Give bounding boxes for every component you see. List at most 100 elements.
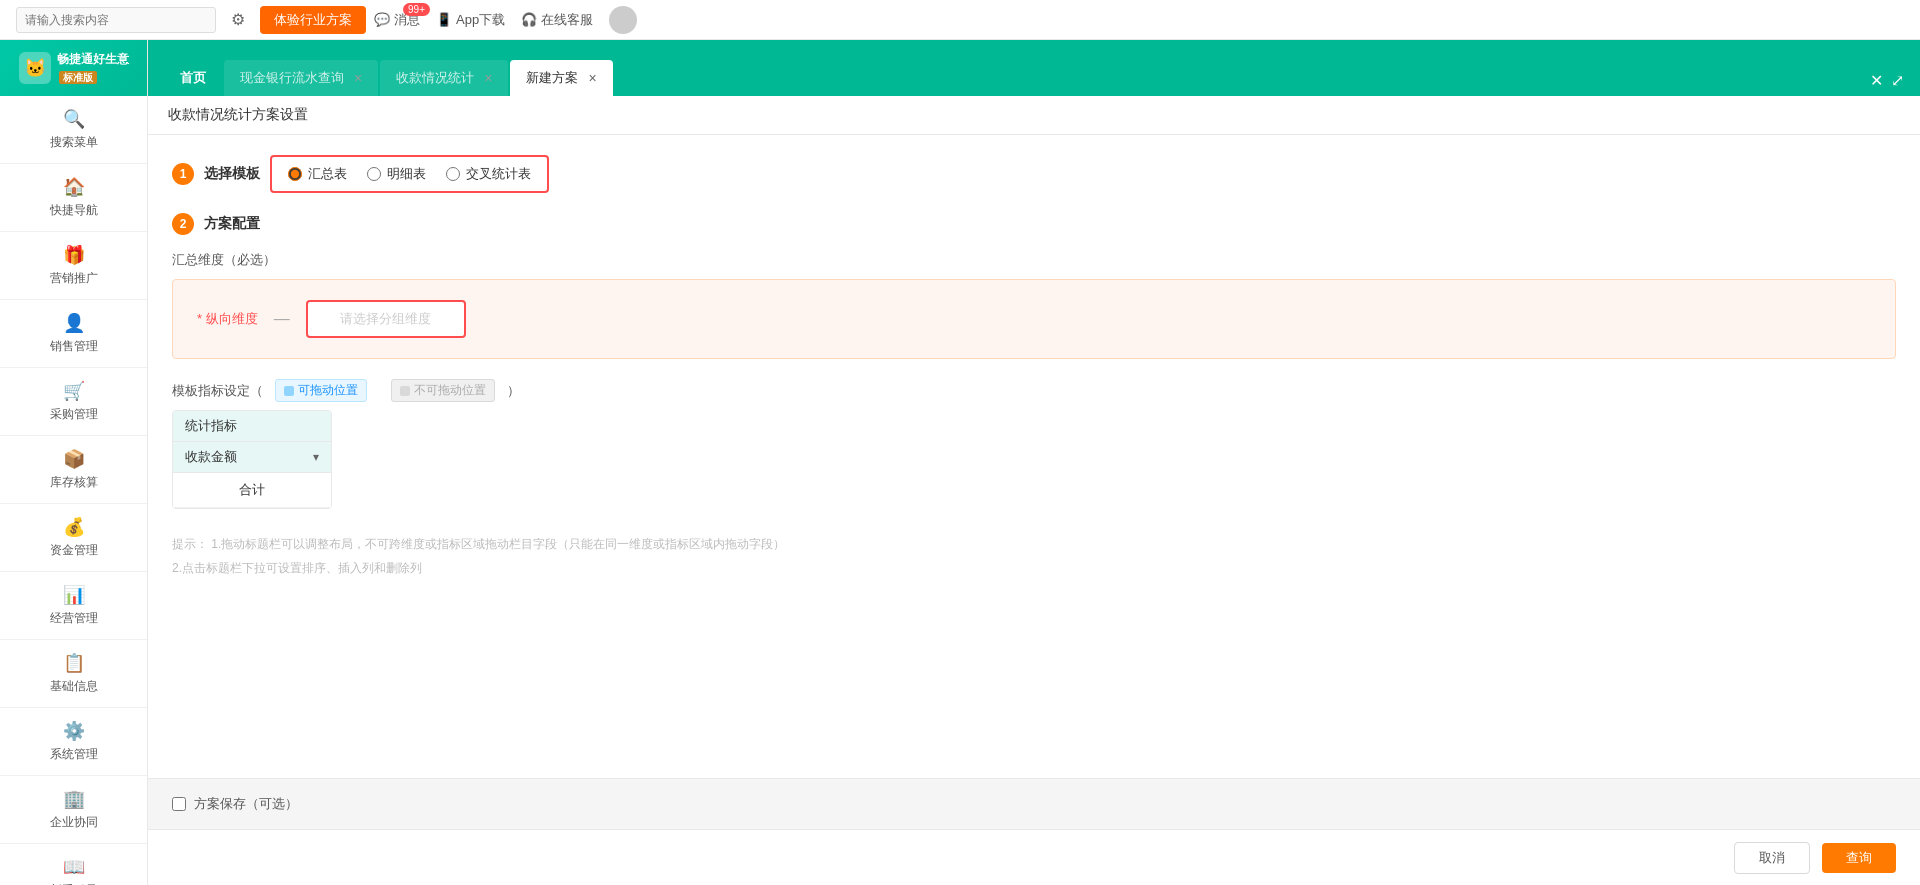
radio-summary[interactable]: 汇总表 [288,165,347,183]
sidebar-item-marketing[interactable]: 🎁 营销推广 [0,232,147,300]
message-badge: 99+ [403,3,430,16]
save-section: 方案保存（可选） [148,778,1920,829]
download-icon: 📱 [436,12,452,27]
sidebar-nav: 🔍 搜索菜单 🏠 快捷导航 🎁 营销推广 👤 销售管理 🛒 采购管理 📦 [0,96,147,885]
metrics-section: 模板指标设定（ 可拖动位置 不可拖动位置 ） [172,379,1896,512]
metrics-col-dropdown-icon[interactable]: ▾ [313,450,319,464]
avatar[interactable] [609,6,637,34]
marketing-icon: 🎁 [63,244,85,266]
dimension-select-input[interactable]: 请选择分组维度 [306,300,466,338]
logo-text: 畅捷通好生意 [57,51,129,68]
download-button[interactable]: 📱 App下载 [436,11,505,29]
cancel-button[interactable]: 取消 [1734,842,1810,874]
quick-nav-icon: 🏠 [63,176,85,198]
radio-cross[interactable]: 交叉统计表 [446,165,531,183]
section2-num: 2 [172,213,194,235]
save-label: 方案保存（可选） [194,795,298,813]
query-button[interactable]: 查询 [1822,843,1896,873]
tab-expand-icon[interactable]: ⤢ [1891,71,1904,90]
tab-bank-flow[interactable]: 现金银行流水查询 × [224,60,378,96]
inventory-icon: 📦 [63,448,85,470]
section2: 2 方案配置 汇总维度（必选） * 纵向维度 — 请选择分组维度 模板指标设定（ [172,213,1896,580]
save-checkbox[interactable] [172,797,186,811]
radio-summary-input[interactable] [288,167,302,181]
radio-detail[interactable]: 明细表 [367,165,426,183]
service-button[interactable]: 🎧 在线客服 [521,11,593,29]
sidebar-item-system[interactable]: ⚙️ 系统管理 [0,708,147,776]
sidebar-label-marketing: 营销推广 [50,270,98,287]
metrics-row-total: 合计 [173,473,331,508]
logo-name: 畅捷通好生意 标准版 [57,51,129,85]
template-select-box: 汇总表 明细表 交叉统计表 [270,155,549,193]
metrics-title: 模板指标设定（ 可拖动位置 不可拖动位置 ） [172,379,1896,402]
page-title: 收款情况统计方案设置 [168,106,308,122]
logo-icon: 🐱 [19,52,51,84]
sidebar-item-operation[interactable]: 📊 经营管理 [0,572,147,640]
metrics-col-header[interactable]: 收款金额 ▾ [173,442,331,473]
search-input[interactable] [16,7,216,33]
section2-header: 2 方案配置 [172,213,1896,235]
guide-icon: 📖 [63,856,85,878]
draggable-tag: 可拖动位置 [275,379,367,402]
tab-close-all-icon[interactable]: ✕ [1870,71,1883,90]
tab-home[interactable]: 首页 [164,60,222,96]
service-label: 在线客服 [541,11,593,29]
sidebar-label-finance: 资金管理 [50,542,98,559]
tab-new-plan-close[interactable]: × [588,70,596,86]
purchase-icon: 🛒 [63,380,85,402]
page-body: 收款情况统计方案设置 1 选择模板 汇总表 明细表 [148,96,1920,829]
sidebar-item-search-menu[interactable]: 🔍 搜索菜单 [0,96,147,164]
metrics-col-label: 收款金额 [185,448,237,466]
radio-cross-input[interactable] [446,167,460,181]
section1-header: 1 选择模板 汇总表 明细表 交叉统计表 [172,155,1896,193]
tab-home-label: 首页 [180,69,206,87]
sidebar-label-search-menu: 搜索菜单 [50,134,98,151]
settings-button[interactable]: ⚙ [224,6,252,34]
radio-detail-label: 明细表 [387,165,426,183]
sidebar: 🐱 畅捷通好生意 标准版 🔍 搜索菜单 🏠 快捷导航 🎁 营销推广 👤 销售管理 [0,40,148,885]
tab-controls: ✕ ⤢ [1870,71,1904,96]
industry-solution-button[interactable]: 体验行业方案 [260,6,366,34]
sidebar-item-sales[interactable]: 👤 销售管理 [0,300,147,368]
dimension-arrow-icon: — [274,310,290,328]
sidebar-label-enterprise: 企业协同 [50,814,98,831]
sidebar-item-finance[interactable]: 💰 资金管理 [0,504,147,572]
tips-section: 提示： 1.拖动标题栏可以调整布局，不可跨维度或指标区域拖动栏目字段（只能在同一… [172,532,1896,580]
sidebar-item-quick-nav[interactable]: 🏠 快捷导航 [0,164,147,232]
tab-new-plan[interactable]: 新建方案 × [510,60,612,96]
radio-detail-input[interactable] [367,167,381,181]
sidebar-item-inventory[interactable]: 📦 库存核算 [0,436,147,504]
sidebar-item-purchase[interactable]: 🛒 采购管理 [0,368,147,436]
tab-receipt-stat-close[interactable]: × [484,70,492,86]
content-area: 首页 现金银行流水查询 × 收款情况统计 × 新建方案 × ✕ ⤢ 收 [148,40,1920,885]
tip-2: 2.点击标题栏下拉可设置排序、插入列和删除列 [172,556,1896,580]
system-icon: ⚙️ [63,720,85,742]
sidebar-item-enterprise[interactable]: 🏢 企业协同 [0,776,147,844]
top-bar: ⚙ 体验行业方案 💬 消息 99+ 📱 App下载 🎧 在线客服 [0,0,1920,40]
section2-title: 方案配置 [204,215,260,233]
metrics-title-text: 模板指标设定（ [172,382,263,400]
sidebar-item-guide[interactable]: 📖 新手引导 [0,844,147,885]
basic-info-icon: 📋 [63,652,85,674]
sidebar-label-purchase: 采购管理 [50,406,98,423]
undraggable-tag-label: 不可拖动位置 [414,382,486,399]
form-container: 1 选择模板 汇总表 明细表 交叉统计表 [148,135,1920,778]
tip-1: 提示： 1.拖动标题栏可以调整布局，不可跨维度或指标区域拖动栏目字段（只能在同一… [172,532,1896,556]
enterprise-icon: 🏢 [63,788,85,810]
tab-receipt-stat[interactable]: 收款情况统计 × [380,60,508,96]
sidebar-label-operation: 经营管理 [50,610,98,627]
search-menu-icon: 🔍 [63,108,85,130]
undraggable-tag: 不可拖动位置 [391,379,495,402]
sidebar-label-inventory: 库存核算 [50,474,98,491]
sidebar-label-system: 系统管理 [50,746,98,763]
message-button[interactable]: 💬 消息 99+ [374,11,420,29]
radio-cross-label: 交叉统计表 [466,165,531,183]
draggable-tag-label: 可拖动位置 [298,382,358,399]
message-icon: 💬 [374,12,390,27]
tab-bank-flow-label: 现金银行流水查询 [240,69,344,87]
sidebar-item-basic-info[interactable]: 📋 基础信息 [0,640,147,708]
metrics-close-paren: ） [507,382,520,400]
tab-bank-flow-close[interactable]: × [354,70,362,86]
tab-bar: 首页 现金银行流水查询 × 收款情况统计 × 新建方案 × ✕ ⤢ [148,40,1920,96]
dimension-area: * 纵向维度 — 请选择分组维度 [172,279,1896,359]
